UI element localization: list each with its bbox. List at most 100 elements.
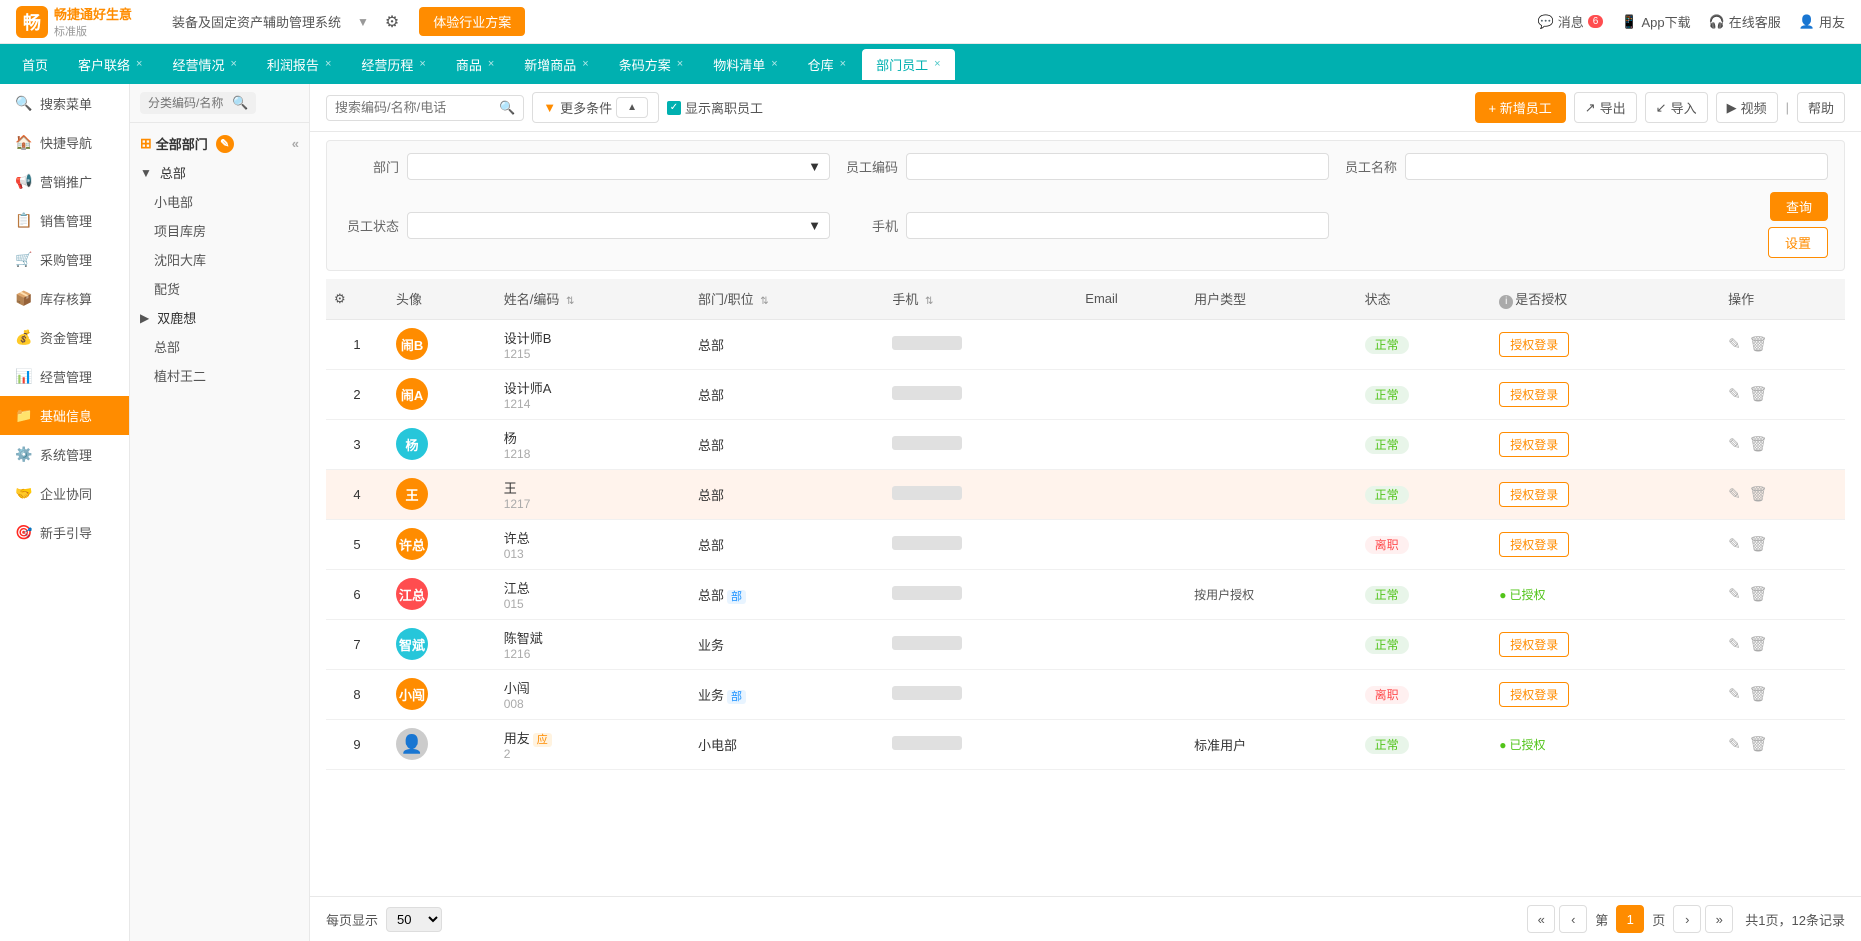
th-name-code[interactable]: 姓名/编码 ⇅ xyxy=(496,279,690,319)
close-icon[interactable]: × xyxy=(419,58,425,70)
dept-item-shenyang[interactable]: 沈阳大库 xyxy=(130,245,309,274)
all-dept-label[interactable]: ⊞ 全部部门 ✎ « xyxy=(130,129,309,158)
auth-button[interactable]: 授权登录 xyxy=(1499,332,1569,357)
delete-icon[interactable]: 🗑 xyxy=(1749,485,1768,503)
dept-parent-total[interactable]: ▼ 总部 xyxy=(130,158,309,187)
tab-history[interactable]: 经营历程 × xyxy=(347,49,439,80)
edit-icon[interactable]: ✎ xyxy=(1728,485,1741,503)
tab-customer[interactable]: 客户联络 × xyxy=(64,49,156,80)
import-button[interactable]: ↙ 导入 xyxy=(1645,92,1708,123)
delete-icon[interactable]: 🗑 xyxy=(1749,335,1768,353)
tab-business[interactable]: 经营情况 × xyxy=(158,49,250,80)
th-phone[interactable]: 手机 ⇅ xyxy=(884,279,1077,319)
message-action[interactable]: 💬 消息 6 xyxy=(1538,12,1604,31)
delete-icon[interactable]: 🗑 xyxy=(1749,535,1768,553)
edit-icon[interactable]: ✎ xyxy=(1728,735,1741,753)
filter-code-input[interactable] xyxy=(906,153,1329,180)
dept-search-box[interactable]: 🔍 xyxy=(140,92,256,114)
dept-item-project[interactable]: 项目库房 xyxy=(130,216,309,245)
auth-button[interactable]: 授权登录 xyxy=(1499,682,1569,707)
user-action[interactable]: 👤 用友 xyxy=(1799,12,1845,31)
edit-icon[interactable]: ✎ xyxy=(1728,585,1741,603)
search-box[interactable]: 🔍 xyxy=(326,95,524,121)
help-button[interactable]: 帮助 xyxy=(1797,92,1845,123)
delete-icon[interactable]: 🗑 xyxy=(1749,435,1768,453)
gear-icon[interactable]: ⚙ xyxy=(385,12,399,32)
close-icon[interactable]: × xyxy=(230,58,236,70)
sidebar-item-inventory[interactable]: 📦 库存核算 xyxy=(0,279,129,318)
edit-icon[interactable]: ✎ xyxy=(1728,435,1741,453)
sidebar-item-guide[interactable]: 🎯 新手引导 xyxy=(0,513,129,552)
close-active-icon[interactable]: × xyxy=(934,58,940,70)
tab-product[interactable]: 商品 × xyxy=(442,49,508,80)
close-icon[interactable]: × xyxy=(840,58,846,70)
delete-icon[interactable]: 🗑 xyxy=(1749,685,1768,703)
edit-icon[interactable]: ✎ xyxy=(1728,535,1741,553)
export-button[interactable]: ↗ 导出 xyxy=(1574,92,1637,123)
edit-icon[interactable]: ✎ xyxy=(1728,635,1741,653)
sidebar-item-system[interactable]: ⚙️ 系统管理 xyxy=(0,435,129,474)
dept-item-xiaodian[interactable]: 小电部 xyxy=(130,187,309,216)
auth-button[interactable]: 授权登录 xyxy=(1499,382,1569,407)
sidebar-item-finance[interactable]: 💰 资金管理 xyxy=(0,318,129,357)
filter-name-input[interactable] xyxy=(1405,153,1828,180)
app-download-action[interactable]: 📱 App下载 xyxy=(1621,12,1690,31)
page-size-select[interactable]: 50 100 200 xyxy=(386,907,442,932)
current-page[interactable]: 1 xyxy=(1616,905,1644,933)
show-resigned-toggle[interactable]: ✓ 显示离职员工 xyxy=(667,98,763,117)
next-page-btn[interactable]: › xyxy=(1673,905,1701,933)
delete-icon[interactable]: 🗑 xyxy=(1749,585,1768,603)
dept-edit-icon[interactable]: ✎ xyxy=(216,135,234,153)
tab-bom[interactable]: 物料清单 × xyxy=(699,49,791,80)
edit-icon[interactable]: ✎ xyxy=(1728,685,1741,703)
sidebar-item-sales[interactable]: 📋 销售管理 xyxy=(0,201,129,240)
close-icon[interactable]: × xyxy=(677,58,683,70)
sidebar-item-marketing[interactable]: 📢 营销推广 xyxy=(0,162,129,201)
tab-warehouse[interactable]: 仓库 × xyxy=(794,49,860,80)
set-button[interactable]: 设置 xyxy=(1768,227,1828,258)
dept-parent-shuanglu[interactable]: ▶ 双鹿想 xyxy=(130,303,309,332)
th-gear[interactable]: ⚙ xyxy=(326,279,388,319)
filter-phone-input[interactable] xyxy=(906,212,1329,239)
auth-button[interactable]: 授权登录 xyxy=(1499,432,1569,457)
last-page-btn[interactable]: » xyxy=(1705,905,1733,933)
close-icon[interactable]: × xyxy=(582,58,588,70)
online-service-action[interactable]: 🎧 在线客服 xyxy=(1709,12,1781,31)
sidebar-item-management[interactable]: 📊 经营管理 xyxy=(0,357,129,396)
sidebar-item-nav[interactable]: 🏠 快捷导航 xyxy=(0,123,129,162)
filter-dept-select[interactable]: ▼ xyxy=(407,153,830,180)
trial-button[interactable]: 体验行业方案 xyxy=(419,7,525,36)
add-employee-button[interactable]: + 新增员工 xyxy=(1475,92,1566,123)
first-page-btn[interactable]: « xyxy=(1527,905,1555,933)
tab-home[interactable]: 首页 xyxy=(8,49,62,80)
auth-button[interactable]: 授权登录 xyxy=(1499,532,1569,557)
dept-item-zhicun[interactable]: 植村王二 xyxy=(130,361,309,390)
sidebar-item-purchase[interactable]: 🛒 采购管理 xyxy=(0,240,129,279)
close-icon[interactable]: × xyxy=(136,58,142,70)
sidebar-item-collab[interactable]: 🤝 企业协同 xyxy=(0,474,129,513)
delete-icon[interactable]: 🗑 xyxy=(1749,385,1768,403)
auth-button[interactable]: 授权登录 xyxy=(1499,632,1569,657)
collapse-panel-icon[interactable]: « xyxy=(292,136,299,151)
edit-icon[interactable]: ✎ xyxy=(1728,335,1741,353)
sidebar-item-search[interactable]: 🔍 搜索菜单 xyxy=(0,84,129,123)
filter-status-select[interactable]: ▼ xyxy=(407,212,830,239)
edit-icon[interactable]: ✎ xyxy=(1728,385,1741,403)
more-filter-button[interactable]: ▼ 更多条件 ▲ xyxy=(532,92,659,123)
close-icon[interactable]: × xyxy=(325,58,331,70)
view-button[interactable]: ▶ 视频 xyxy=(1716,92,1778,123)
dept-item-zongbu[interactable]: 总部 xyxy=(130,332,309,361)
prev-page-btn[interactable]: ‹ xyxy=(1559,905,1587,933)
settings-icon[interactable]: ⚙ xyxy=(334,291,346,306)
tab-dept-staff[interactable]: 部门员工 × xyxy=(862,49,954,80)
close-icon[interactable]: × xyxy=(488,58,494,70)
dept-item-peihu[interactable]: 配货 xyxy=(130,274,309,303)
tab-barcode[interactable]: 条码方案 × xyxy=(605,49,697,80)
sidebar-item-basic[interactable]: 📁 基础信息 xyxy=(0,396,129,435)
search-button[interactable]: 查询 xyxy=(1770,192,1828,221)
delete-icon[interactable]: 🗑 xyxy=(1749,635,1768,653)
delete-icon[interactable]: 🗑 xyxy=(1749,735,1768,753)
dept-search-input[interactable] xyxy=(148,96,228,110)
dropdown-icon[interactable]: ▼ xyxy=(357,15,369,29)
tab-new-product[interactable]: 新增商品 × xyxy=(510,49,602,80)
